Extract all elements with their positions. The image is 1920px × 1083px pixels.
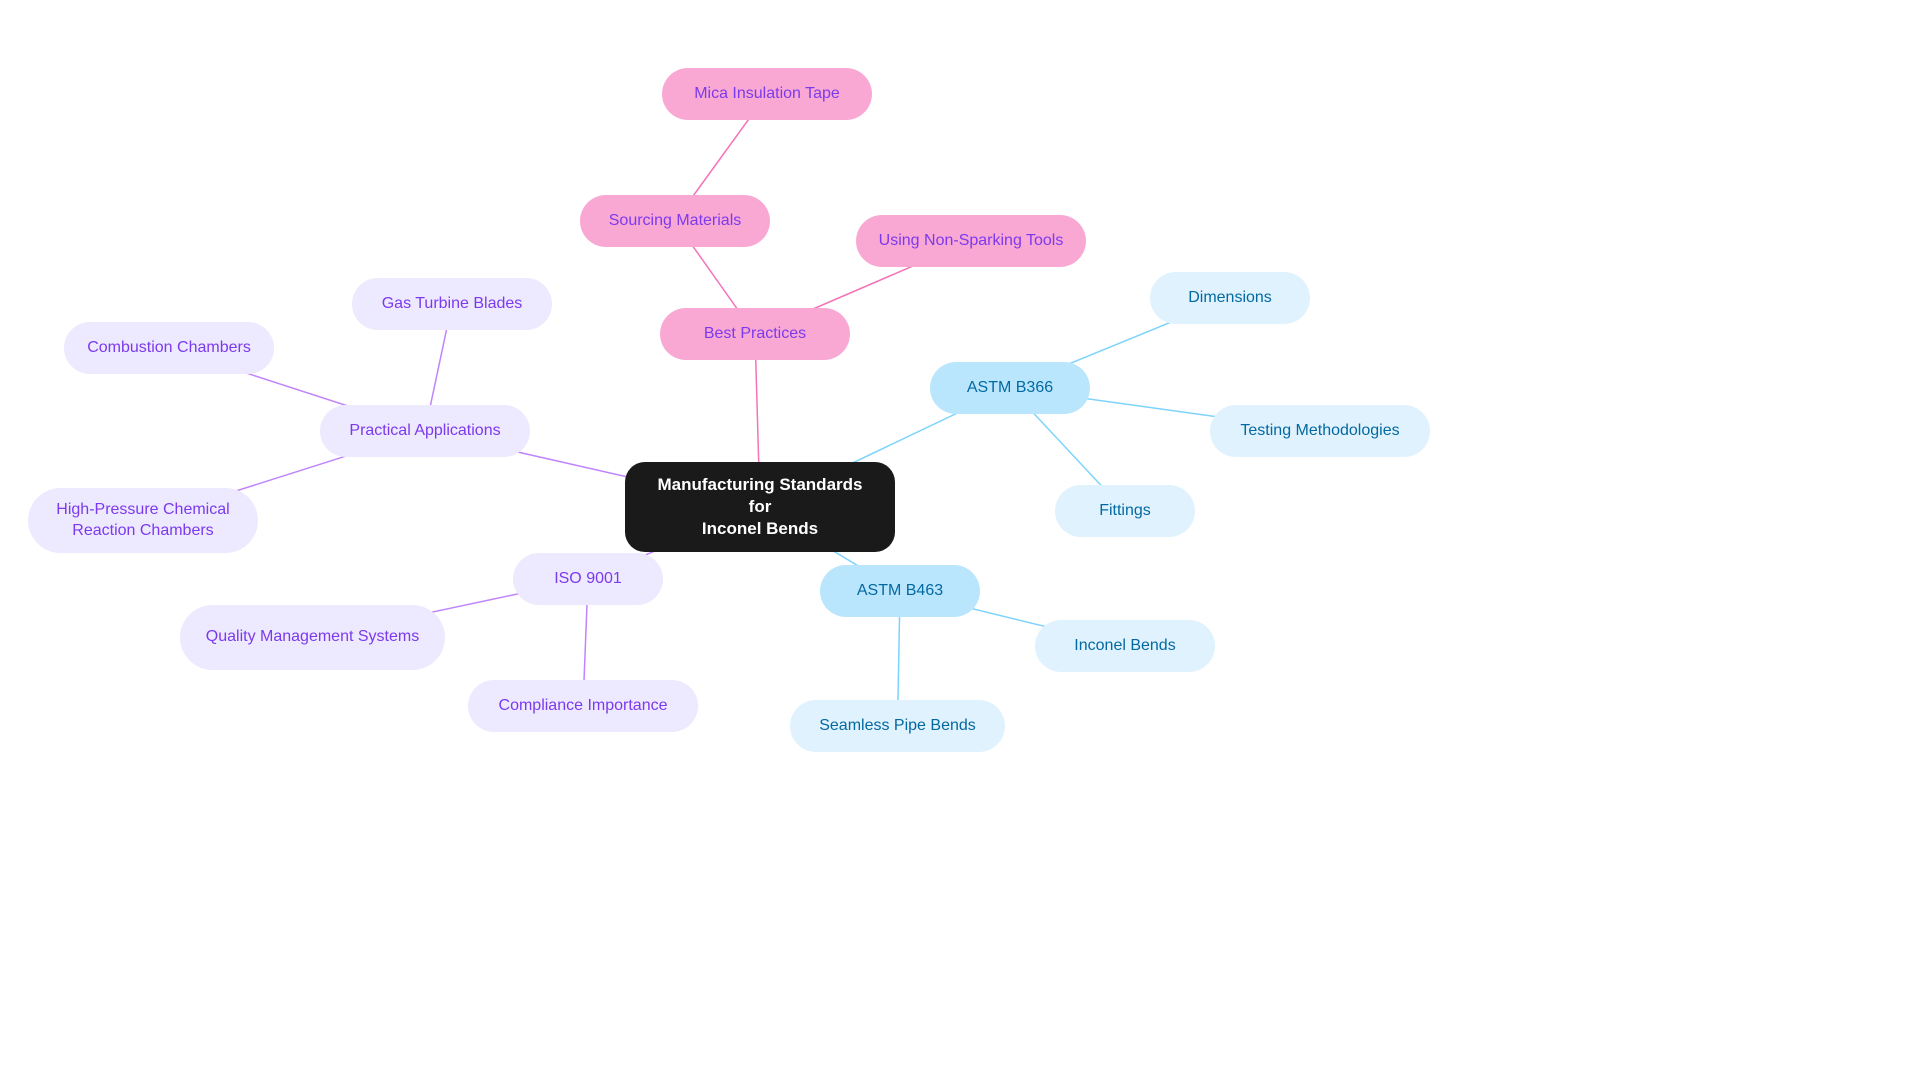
gas-turbine-label: Gas Turbine Blades [382,294,523,315]
node-testing[interactable]: Testing Methodologies [1210,405,1430,457]
dimensions-label: Dimensions [1188,288,1272,309]
node-mica-tape[interactable]: Mica Insulation Tape [662,68,872,120]
fittings-label: Fittings [1099,501,1151,522]
astm-b366-label: ASTM B366 [967,378,1053,399]
node-gas-turbine[interactable]: Gas Turbine Blades [352,278,552,330]
seamless-label: Seamless Pipe Bends [819,716,976,737]
center-label: Manufacturing Standards for Inconel Bend… [647,474,873,540]
node-astm-b463[interactable]: ASTM B463 [820,565,980,617]
node-seamless[interactable]: Seamless Pipe Bends [790,700,1005,752]
node-quality-mgmt[interactable]: Quality Management Systems [180,605,445,670]
mica-tape-label: Mica Insulation Tape [694,84,840,105]
quality-mgmt-label: Quality Management Systems [206,627,419,648]
sourcing-label: Sourcing Materials [609,211,742,232]
astm-b463-label: ASTM B463 [857,581,943,602]
node-compliance[interactable]: Compliance Importance [468,680,698,732]
node-fittings[interactable]: Fittings [1055,485,1195,537]
node-sourcing[interactable]: Sourcing Materials [580,195,770,247]
compliance-label: Compliance Importance [499,696,668,717]
node-combustion[interactable]: Combustion Chambers [64,322,274,374]
testing-label: Testing Methodologies [1240,421,1399,442]
practical-apps-label: Practical Applications [349,421,500,442]
high-pressure-label: High-Pressure Chemical Reaction Chambers [56,500,229,542]
best-practices-label: Best Practices [704,324,806,345]
node-high-pressure[interactable]: High-Pressure Chemical Reaction Chambers [28,488,258,553]
node-inconel-bends[interactable]: Inconel Bends [1035,620,1215,672]
combustion-label: Combustion Chambers [87,338,251,359]
inconel-bends-label: Inconel Bends [1074,636,1175,657]
node-dimensions[interactable]: Dimensions [1150,272,1310,324]
node-practical-apps[interactable]: Practical Applications [320,405,530,457]
node-iso-9001[interactable]: ISO 9001 [513,553,663,605]
center-node[interactable]: Manufacturing Standards for Inconel Bend… [625,462,895,552]
using-tools-label: Using Non-Sparking Tools [879,231,1064,252]
iso-9001-label: ISO 9001 [554,569,622,590]
node-astm-b366[interactable]: ASTM B366 [930,362,1090,414]
node-best-practices[interactable]: Best Practices [660,308,850,360]
node-using-tools[interactable]: Using Non-Sparking Tools [856,215,1086,267]
